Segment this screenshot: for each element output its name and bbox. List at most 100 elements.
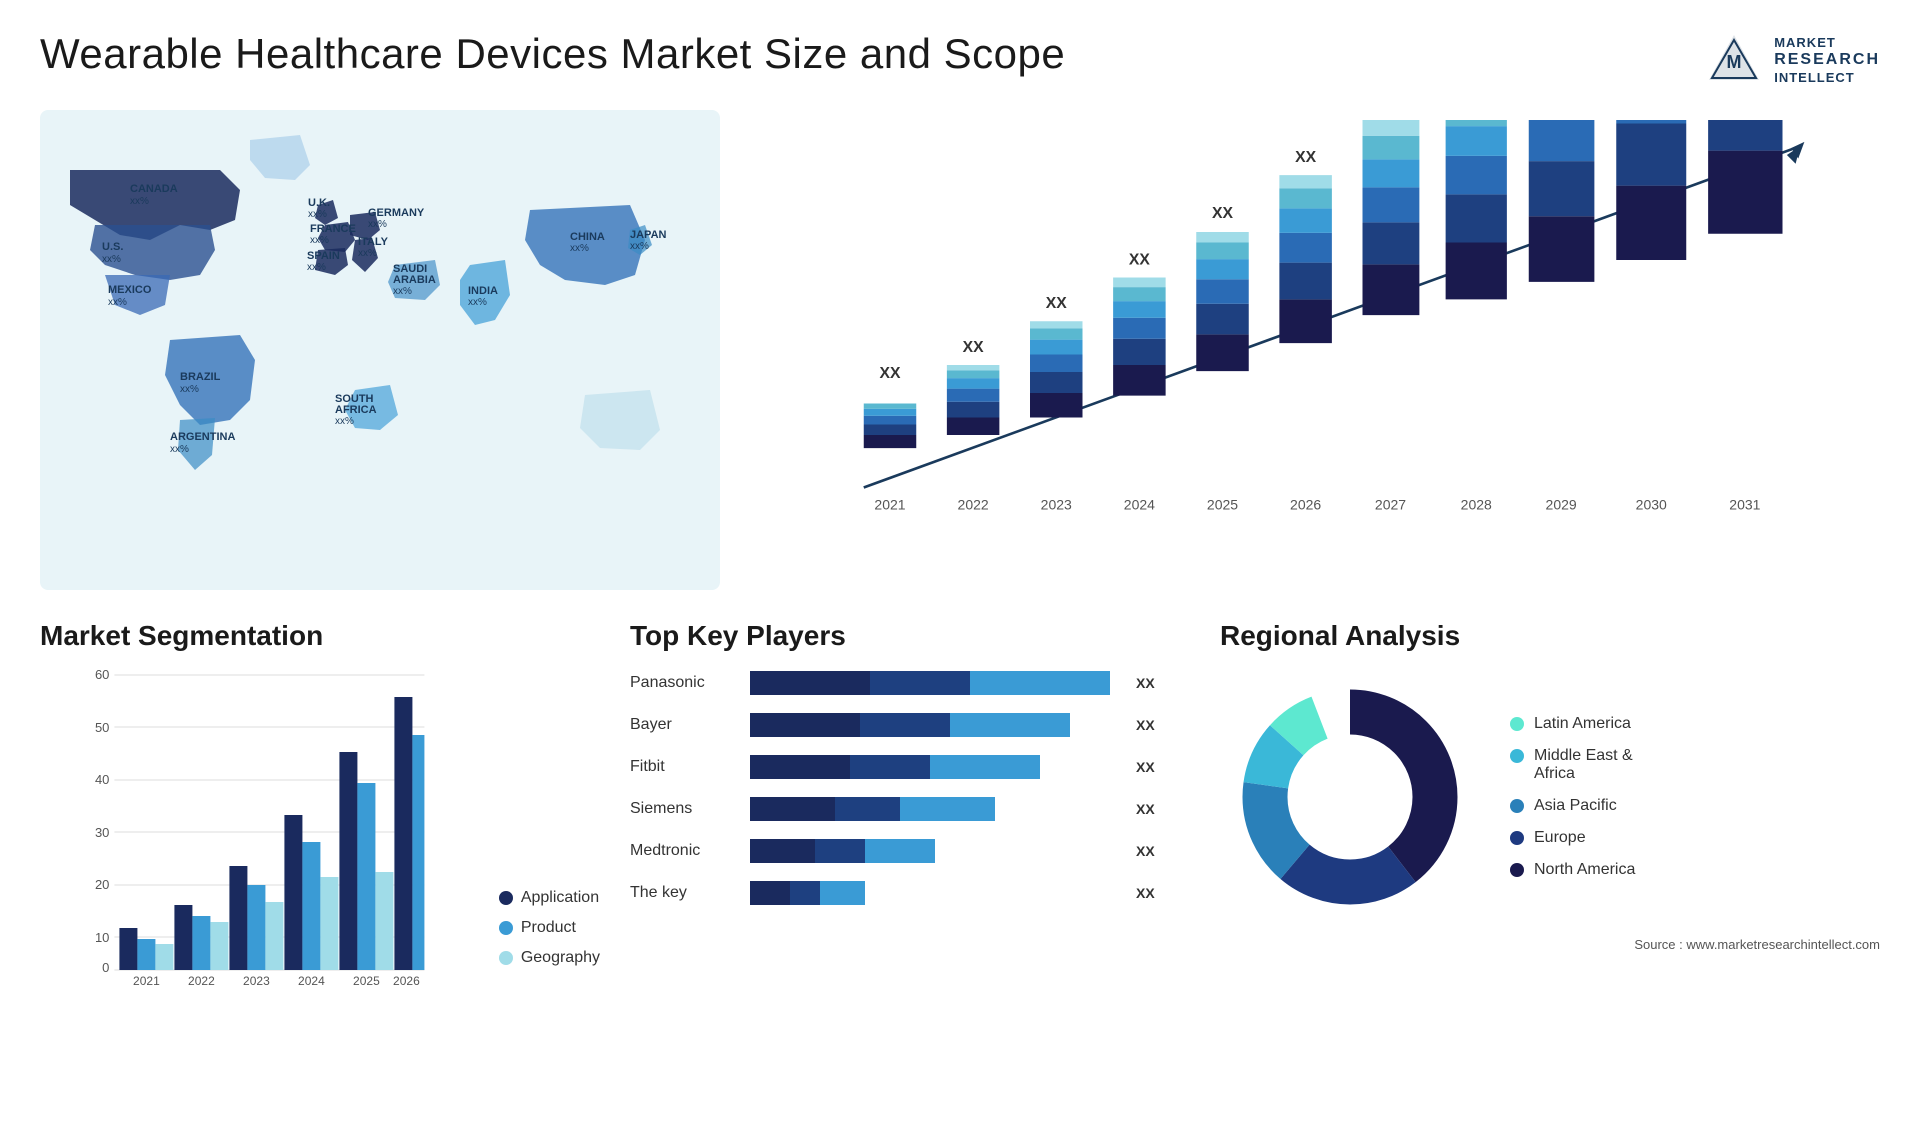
svg-text:30: 30	[95, 825, 109, 840]
svg-text:2022: 2022	[958, 496, 989, 512]
player-name-bayer: Bayer	[630, 716, 740, 734]
svg-text:2028: 2028	[1461, 496, 1492, 512]
player-name-panasonic: Panasonic	[630, 674, 740, 692]
player-bar-fitbit: XX	[750, 751, 1190, 783]
players-list: Panasonic XX Bayer	[630, 667, 1190, 909]
svg-text:2031: 2031	[1729, 496, 1760, 512]
world-map-container: CANADA xx% U.S. xx% MEXICO xx% BRAZIL xx…	[40, 110, 720, 590]
svg-text:xx%: xx%	[368, 219, 387, 230]
player-xx-medtronic: XX	[1136, 843, 1155, 859]
svg-text:ARGENTINA: ARGENTINA	[170, 431, 235, 443]
logo-text: MARKET RESEARCH INTELLECT	[1774, 35, 1880, 85]
svg-text:INDIA: INDIA	[468, 285, 498, 297]
legend-product-dot	[499, 921, 513, 935]
regional-legend: Latin America Middle East &Africa Asia P…	[1510, 715, 1635, 879]
player-bar-siemens: XX	[750, 793, 1190, 825]
regional-title: Regional Analysis	[1220, 620, 1880, 652]
svg-text:XX: XX	[963, 339, 985, 356]
svg-text:60: 60	[95, 667, 109, 682]
svg-text:ITALY: ITALY	[358, 236, 389, 248]
svg-text:xx%: xx%	[393, 286, 412, 297]
svg-text:XX: XX	[1129, 251, 1151, 268]
logo: M MARKET RESEARCH INTELLECT	[1704, 30, 1880, 90]
svg-text:U.S.: U.S.	[102, 241, 123, 253]
player-xx-bayer: XX	[1136, 717, 1155, 733]
legend-asia-pacific-dot	[1510, 799, 1524, 813]
player-row-fitbit: Fitbit XX	[630, 751, 1190, 783]
svg-text:BRAZIL: BRAZIL	[180, 371, 221, 383]
logo-icon: M	[1704, 30, 1764, 90]
page: Wearable Healthcare Devices Market Size …	[0, 0, 1920, 1146]
player-name-fitbit: Fitbit	[630, 758, 740, 776]
svg-text:2030: 2030	[1636, 496, 1667, 512]
svg-text:2025: 2025	[353, 974, 380, 987]
page-title: Wearable Healthcare Devices Market Size …	[40, 30, 1065, 78]
svg-text:2023: 2023	[1041, 496, 1072, 512]
player-row-medtronic: Medtronic XX	[630, 835, 1190, 867]
svg-text:xx%: xx%	[630, 241, 649, 252]
svg-text:XX: XX	[1295, 149, 1317, 166]
player-bar-bayer: XX	[750, 709, 1190, 741]
player-name-medtronic: Medtronic	[630, 842, 740, 860]
player-bar-thekey: XX	[750, 877, 1190, 909]
player-row-siemens: Siemens XX	[630, 793, 1190, 825]
legend-middle-east-dot	[1510, 749, 1524, 763]
svg-text:20: 20	[95, 877, 109, 892]
key-players-title: Top Key Players	[630, 620, 1190, 652]
svg-text:xx%: xx%	[307, 262, 326, 273]
market-seg-title: Market Segmentation	[40, 620, 600, 652]
svg-text:2024: 2024	[1124, 496, 1155, 512]
svg-text:XX: XX	[879, 365, 901, 382]
svg-text:xx%: xx%	[358, 248, 377, 259]
player-row-panasonic: Panasonic XX	[630, 667, 1190, 699]
regional-analysis: Regional Analysis	[1220, 620, 1880, 1100]
world-map-svg: CANADA xx% U.S. xx% MEXICO xx% BRAZIL xx…	[40, 110, 720, 590]
svg-text:xx%: xx%	[130, 196, 149, 207]
svg-text:XX: XX	[1212, 205, 1234, 222]
legend-application-dot	[499, 891, 513, 905]
player-bar-panasonic: XX	[750, 667, 1190, 699]
legend-geography: Geography	[499, 949, 600, 967]
legend-latin-america: Latin America	[1510, 715, 1635, 733]
svg-text:xx%: xx%	[310, 235, 329, 246]
legend-north-america-dot	[1510, 863, 1524, 877]
source-text: Source : www.marketresearchintellect.com	[1220, 937, 1880, 952]
svg-text:xx%: xx%	[468, 297, 487, 308]
legend-product: Product	[499, 919, 600, 937]
svg-text:ARABIA: ARABIA	[393, 274, 436, 286]
player-row-bayer: Bayer XX	[630, 709, 1190, 741]
player-xx-siemens: XX	[1136, 801, 1155, 817]
donut-chart-svg	[1220, 667, 1480, 927]
svg-text:MEXICO: MEXICO	[108, 284, 152, 296]
svg-text:xx%: xx%	[335, 416, 354, 427]
svg-text:40: 40	[95, 772, 109, 787]
legend-geography-dot	[499, 951, 513, 965]
svg-text:xx%: xx%	[108, 297, 127, 308]
legend-europe-dot	[1510, 831, 1524, 845]
svg-text:2021: 2021	[874, 496, 905, 512]
header: Wearable Healthcare Devices Market Size …	[40, 30, 1880, 90]
svg-text:50: 50	[95, 720, 109, 735]
svg-text:2022: 2022	[188, 974, 215, 987]
svg-text:xx%: xx%	[570, 243, 589, 254]
svg-text:2029: 2029	[1546, 496, 1577, 512]
svg-text:2025: 2025	[1207, 496, 1238, 512]
player-name-siemens: Siemens	[630, 800, 740, 818]
svg-text:SPAIN: SPAIN	[307, 250, 340, 262]
svg-text:2026: 2026	[393, 974, 420, 987]
legend-application: Application	[499, 889, 600, 907]
bottom-section: Market Segmentation 60 50 40 30 20 10 0	[40, 620, 1880, 1100]
seg-bars: 60 50 40 30 20 10 0	[40, 667, 469, 987]
legend-asia-pacific: Asia Pacific	[1510, 797, 1635, 815]
bar-chart-container: XX 2021 XX 2022	[740, 110, 1880, 590]
legend-north-america: North America	[1510, 861, 1635, 879]
donut-area: Latin America Middle East &Africa Asia P…	[1220, 667, 1880, 927]
player-xx-fitbit: XX	[1136, 759, 1155, 775]
seg-legend: Application Product Geography	[499, 889, 600, 987]
legend-europe: Europe	[1510, 829, 1635, 847]
svg-text:CHINA: CHINA	[570, 231, 605, 243]
seg-bars-svg: 60 50 40 30 20 10 0	[40, 667, 469, 987]
svg-text:2023: 2023	[243, 974, 270, 987]
seg-chart-area: 60 50 40 30 20 10 0	[40, 667, 600, 987]
player-row-thekey: The key XX	[630, 877, 1190, 909]
